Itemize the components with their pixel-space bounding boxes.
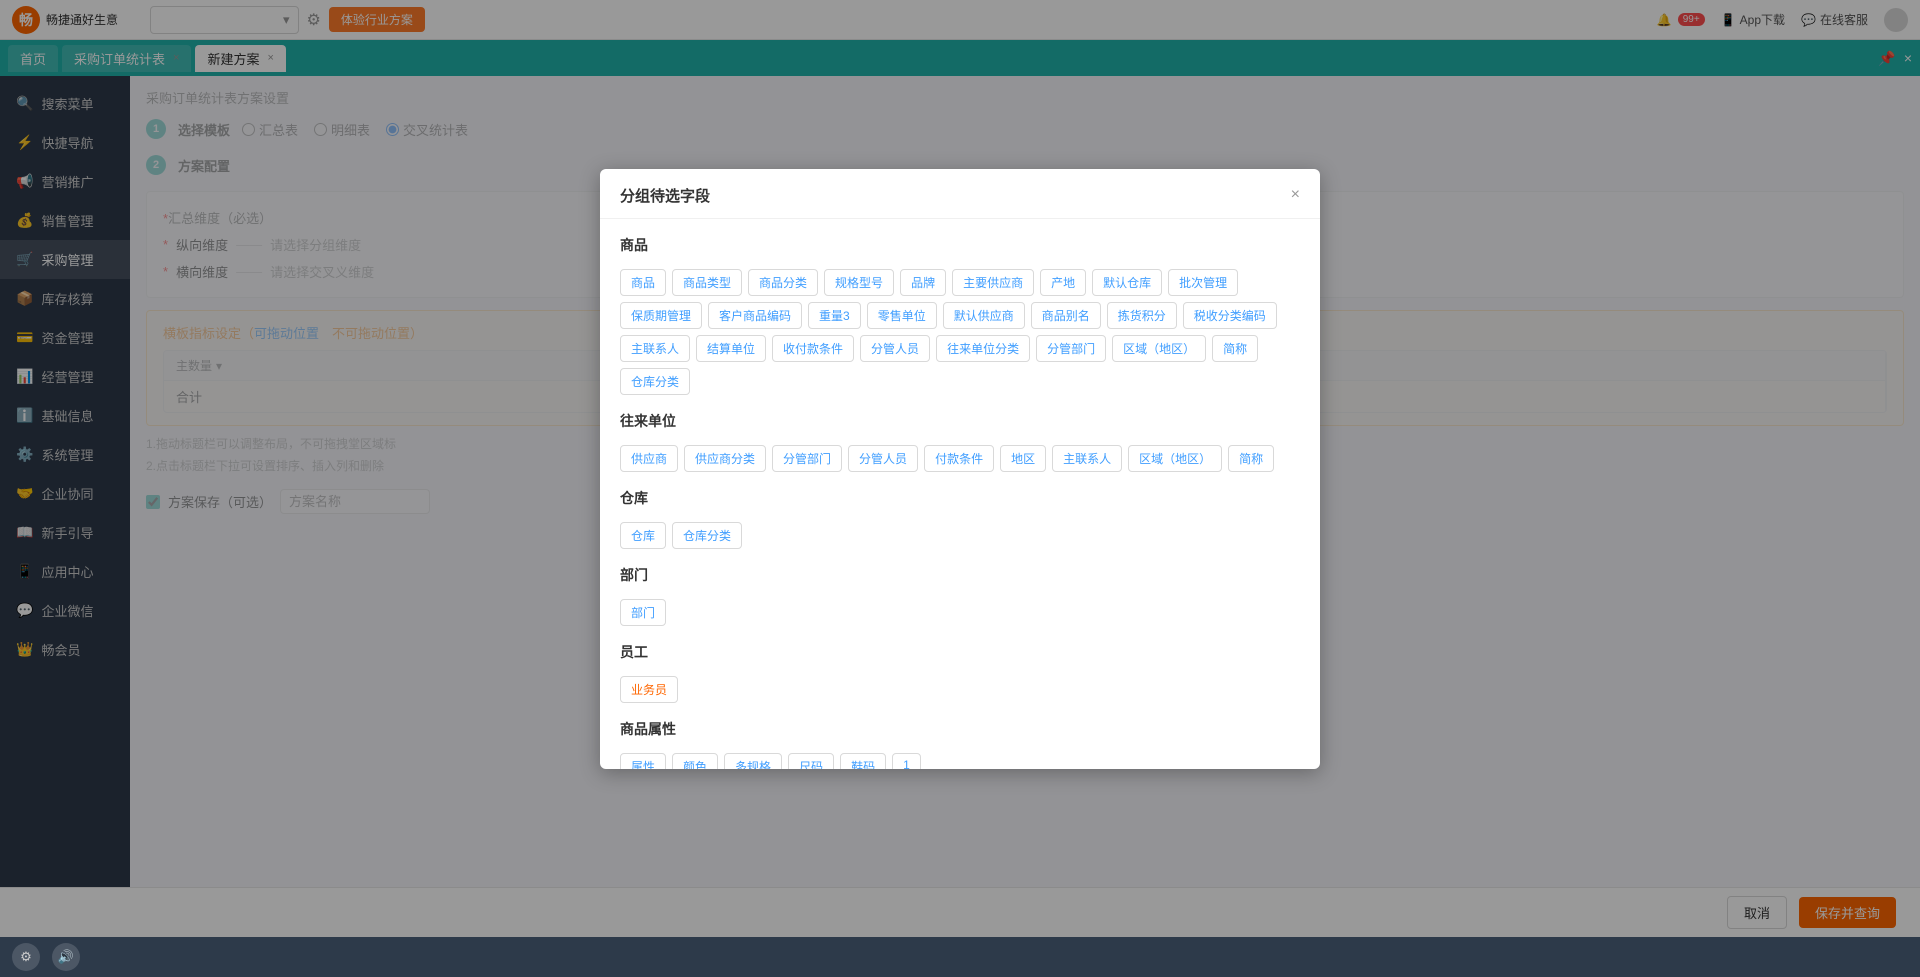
field-tag-tax-code[interactable]: 税收分类编码 (1183, 302, 1277, 329)
field-tag-dept[interactable]: 分管部门 (1036, 335, 1106, 362)
section-warehouse-tags: 仓库 仓库分类 (620, 522, 1300, 549)
section-goods-tags: 商品 商品类型 商品分类 规格型号 品牌 主要供应商 产地 默认仓库 批次管理 … (620, 269, 1300, 395)
field-tag-default-warehouse[interactable]: 默认仓库 (1092, 269, 1162, 296)
modal-body: 商品 商品 商品类型 商品分类 规格型号 品牌 主要供应商 产地 默认仓库 批次… (600, 219, 1320, 769)
field-tag-region-partner[interactable]: 区域（地区） (1128, 445, 1222, 472)
modal-title: 分组待选字段 (620, 185, 710, 206)
field-select-modal: 分组待选字段 × 商品 商品 商品类型 商品分类 规格型号 品牌 主要供应商 产… (600, 169, 1320, 769)
field-tag-customer-code[interactable]: 客户商品编码 (708, 302, 802, 329)
section-partner: 往来单位 供应商 供应商分类 分管部门 分管人员 付款条件 地区 主联系人 区域… (620, 411, 1300, 472)
section-goods-attr-tags: 属性 颜色 多规格 尺码 鞋码 1 (620, 753, 1300, 769)
field-tag-shoe-size[interactable]: 鞋码 (840, 753, 886, 769)
audio-btn[interactable]: 🔊 (52, 943, 80, 971)
field-tag-partner-category[interactable]: 往来单位分类 (936, 335, 1030, 362)
section-warehouse: 仓库 仓库 仓库分类 (620, 488, 1300, 549)
field-tag-area[interactable]: 地区 (1000, 445, 1046, 472)
field-tag-region-goods[interactable]: 区域（地区） (1112, 335, 1206, 362)
field-tag-1[interactable]: 1 (892, 753, 921, 769)
field-tag-payment-terms[interactable]: 收付款条件 (772, 335, 854, 362)
section-partner-tags: 供应商 供应商分类 分管部门 分管人员 付款条件 地区 主联系人 区域（地区） … (620, 445, 1300, 472)
field-tag-supplier[interactable]: 供应商 (620, 445, 678, 472)
field-tag-goods[interactable]: 商品 (620, 269, 666, 296)
field-tag-warehouse[interactable]: 仓库 (620, 522, 666, 549)
section-employee: 员工 业务员 (620, 642, 1300, 703)
field-tag-payment-cond[interactable]: 付款条件 (924, 445, 994, 472)
field-tag-salesperson[interactable]: 业务员 (620, 676, 678, 703)
section-department-tags: 部门 (620, 599, 1300, 626)
section-goods: 商品 商品 商品类型 商品分类 规格型号 品牌 主要供应商 产地 默认仓库 批次… (620, 235, 1300, 395)
field-tag-short-name-goods[interactable]: 简称 (1212, 335, 1258, 362)
field-tag-mgmt-dept[interactable]: 分管部门 (772, 445, 842, 472)
field-tag-warehouse-category[interactable]: 仓库分类 (620, 368, 690, 395)
section-goods-title: 商品 (620, 235, 1300, 259)
section-department: 部门 部门 (620, 565, 1300, 626)
field-tag-batch-mgmt[interactable]: 批次管理 (1168, 269, 1238, 296)
field-tag-goods-alias[interactable]: 商品别名 (1031, 302, 1101, 329)
field-tag-main-supplier[interactable]: 主要供应商 (952, 269, 1034, 296)
field-tag-warehouse-cat[interactable]: 仓库分类 (672, 522, 742, 549)
section-partner-title: 往来单位 (620, 411, 1300, 435)
field-tag-attr[interactable]: 属性 (620, 753, 666, 769)
section-department-title: 部门 (620, 565, 1300, 589)
settings-btn[interactable]: ⚙ (12, 943, 40, 971)
field-tag-multi-spec[interactable]: 多规格 (724, 753, 782, 769)
field-tag-retail-unit[interactable]: 零售单位 (867, 302, 937, 329)
field-tag-department[interactable]: 部门 (620, 599, 666, 626)
field-tag-main-contact2[interactable]: 主联系人 (1052, 445, 1122, 472)
section-goods-attr-title: 商品属性 (620, 719, 1300, 743)
field-tag-spec-model[interactable]: 规格型号 (824, 269, 894, 296)
field-tag-goods-category[interactable]: 商品分类 (748, 269, 818, 296)
section-goods-attr: 商品属性 属性 颜色 多规格 尺码 鞋码 1 (620, 719, 1300, 769)
modal-header: 分组待选字段 × (600, 169, 1320, 219)
section-employee-title: 员工 (620, 642, 1300, 666)
field-tag-supplier-category[interactable]: 供应商分类 (684, 445, 766, 472)
field-tag-size[interactable]: 尺码 (788, 753, 834, 769)
field-tag-brand[interactable]: 品牌 (900, 269, 946, 296)
field-tag-supervisor[interactable]: 分管人员 (860, 335, 930, 362)
field-tag-default-supplier[interactable]: 默认供应商 (943, 302, 1025, 329)
field-tag-short-name-partner[interactable]: 简称 (1228, 445, 1274, 472)
field-tag-origin[interactable]: 产地 (1040, 269, 1086, 296)
field-tag-mgmt-person[interactable]: 分管人员 (848, 445, 918, 472)
field-tag-weight3[interactable]: 重量3 (808, 302, 861, 329)
field-tag-goods-type[interactable]: 商品类型 (672, 269, 742, 296)
section-warehouse-title: 仓库 (620, 488, 1300, 512)
field-tag-expiry-mgmt[interactable]: 保质期管理 (620, 302, 702, 329)
field-tag-main-contact[interactable]: 主联系人 (620, 335, 690, 362)
field-tag-pick-score[interactable]: 拣货积分 (1107, 302, 1177, 329)
field-tag-settle-unit[interactable]: 结算单位 (696, 335, 766, 362)
modal-close-btn[interactable]: × (1291, 186, 1300, 204)
field-tag-color[interactable]: 颜色 (672, 753, 718, 769)
section-employee-tags: 业务员 (620, 676, 1300, 703)
bottom-bar: ⚙ 🔊 (0, 937, 1920, 977)
